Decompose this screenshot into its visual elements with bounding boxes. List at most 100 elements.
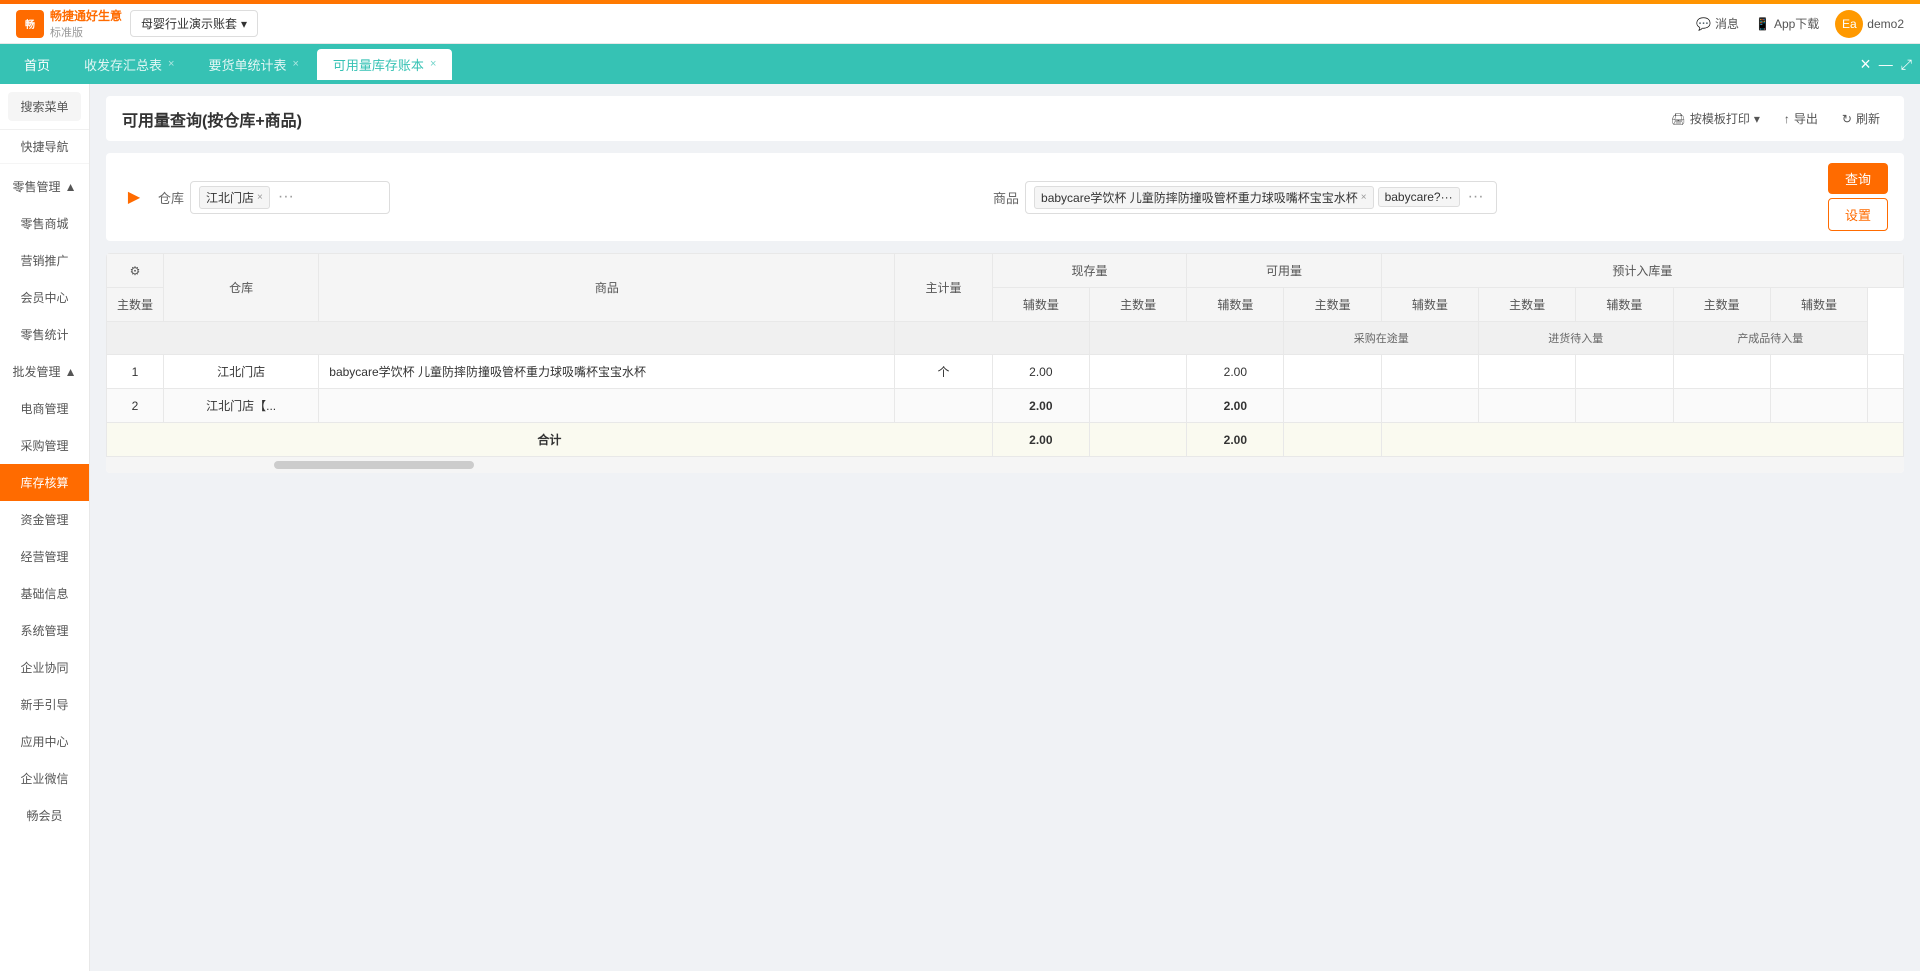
sidebar-item-app-center[interactable]: 应用中心 (0, 723, 89, 760)
main-layout: 搜索菜单 快捷导航 零售管理 ▲ 零售商城 营销推广 会员中心 零售统计 批发管… (0, 84, 1920, 971)
row1-pt-main (1381, 355, 1478, 389)
account-selector[interactable]: 母婴行业演示账套 ▾ (130, 10, 258, 37)
th-purchase-transit-label (107, 322, 895, 355)
filter-toggle-btn[interactable]: ▶ (122, 185, 146, 209)
page-header: 可用量查询(按仓库+商品) 🖨 按模板打印 ▾ ↑ 导出 ↻ 刷新 (106, 96, 1904, 141)
chevron-icon-wholesale: ▲ (65, 365, 77, 379)
sidebar-item-ecommerce[interactable]: 电商管理 (0, 390, 89, 427)
tab-close-receive[interactable]: × (168, 58, 174, 70)
product-input[interactable]: babycare学饮杯 儿童防摔防撞吸管杯重力球吸嘴杯宝宝水杯 × babyca… (1025, 181, 1497, 214)
th-warehouse: 仓库 (164, 254, 319, 322)
minimize-btn[interactable]: — (1879, 56, 1893, 72)
top-bar-right: 💬 消息 📱 App下载 Ea demo2 (1696, 10, 1904, 38)
sidebar-item-retail-stats[interactable]: 零售统计 (0, 316, 89, 353)
sidebar-item-purchase[interactable]: 采购管理 (0, 427, 89, 464)
sidebar-item-newbie[interactable]: 新手引导 (0, 686, 89, 723)
tab-close-inventory[interactable]: × (430, 58, 436, 70)
print-btn[interactable]: 🖨 按模板打印 ▾ (1663, 106, 1768, 131)
product-filter-group: 商品 babycare学饮杯 儿童防摔防撞吸管杯重力球吸嘴杯宝宝水杯 × bab… (993, 181, 1816, 214)
brand-sub: 标准版 (50, 24, 122, 40)
th-production-pending-aux: 辅数量 (1770, 288, 1867, 322)
query-btn[interactable]: 查询 (1828, 163, 1888, 194)
total-rest (1381, 423, 1903, 457)
th-production-pending-main: 主数量 (1673, 288, 1770, 322)
product-tag1-remove[interactable]: × (1361, 192, 1367, 203)
close-all-btn[interactable]: × (1860, 54, 1871, 75)
sidebar-item-member2[interactable]: 畅会员 (0, 797, 89, 834)
search-menu-btn[interactable]: 搜索菜单 (8, 92, 81, 121)
quick-nav-btn[interactable]: 快捷导航 (0, 130, 89, 164)
sidebar-item-retail-mall[interactable]: 零售商城 (0, 205, 89, 242)
row2-pt-main (1381, 389, 1478, 423)
th-inbound-pending-main: 主数量 (1479, 288, 1576, 322)
sidebar-item-wholesale-mgmt[interactable]: 批发管理 ▲ (0, 353, 89, 390)
export-btn[interactable]: ↑ 导出 (1776, 106, 1826, 131)
tab-home[interactable]: 首页 (8, 49, 66, 80)
refresh-icon: ↻ (1842, 112, 1852, 126)
message-btn[interactable]: 💬 消息 (1696, 15, 1739, 32)
row1-avail-aux (1284, 355, 1381, 389)
tab-close-order[interactable]: × (292, 58, 298, 70)
sidebar-item-member[interactable]: 会员中心 (0, 279, 89, 316)
scroll-bar-area (106, 457, 1904, 473)
row2-ip-main (1576, 389, 1673, 423)
row2-current-main: 2.00 (992, 389, 1089, 423)
app-download-btn[interactable]: 📱 App下载 (1755, 15, 1819, 32)
product-tag-1: babycare学饮杯 儿童防摔防撞吸管杯重力球吸嘴杯宝宝水杯 × (1034, 186, 1374, 209)
product-tag-2: babycare?··· (1378, 187, 1460, 207)
warehouse-input[interactable]: 江北门店 × ··· (190, 181, 390, 214)
sidebar-item-retail-mgmt[interactable]: 零售管理 ▲ (0, 168, 89, 205)
logo-icon: 畅 (16, 10, 44, 38)
filter-bar: ▶ 仓库 江北门店 × ··· 商品 babycare (106, 153, 1904, 241)
settings-btn[interactable]: 设置 (1828, 198, 1888, 231)
tab-available-inventory[interactable]: 可用量库存账本 × (317, 49, 452, 80)
sidebar-item-enterprise[interactable]: 企业协同 (0, 649, 89, 686)
sidebar-item-inventory[interactable]: 库存核算 (0, 464, 89, 501)
top-bar-left: 畅 畅捷通好生意 标准版 母婴行业演示账套 ▾ (16, 7, 258, 40)
warehouse-label: 仓库 (158, 188, 184, 207)
logo-area: 畅 畅捷通好生意 标准版 (16, 7, 122, 40)
total-avail-aux (1284, 423, 1381, 457)
row2-avail-aux (1284, 389, 1381, 423)
sidebar-item-basics[interactable]: 基础信息 (0, 575, 89, 612)
row2-index: 2 (107, 389, 164, 423)
row2-product (319, 389, 895, 423)
warehouse-tag-remove[interactable]: × (257, 192, 263, 203)
user-avatar-area[interactable]: Ea demo2 (1835, 10, 1904, 38)
warehouse-dots[interactable]: ··· (274, 188, 298, 206)
row2-pp-main (1770, 389, 1867, 423)
product-dots[interactable]: ··· (1464, 188, 1488, 206)
row1-product: babycare学饮杯 儿童防摔防撞吸管杯重力球吸嘴杯宝宝水杯 (319, 355, 895, 389)
th-settings[interactable]: ⚙ (107, 254, 164, 288)
row1-pp-aux (1868, 355, 1904, 389)
data-table: ⚙ 仓库 商品 主计量 现存量 可用量 预计入库量 主数量 辅数量 主数量 (106, 253, 1904, 457)
th-purchase-transit-aux: 辅数量 (1381, 288, 1478, 322)
sidebar-item-wechat[interactable]: 企业微信 (0, 760, 89, 797)
tab-receive-summary[interactable]: 收发存汇总表 × (68, 49, 190, 80)
warehouse-filter-group: 仓库 江北门店 × ··· (158, 181, 981, 214)
table-row: 2 江北门店【... 2.00 2.00 (107, 389, 1904, 423)
refresh-btn[interactable]: ↻ 刷新 (1834, 106, 1888, 131)
scroll-thumb[interactable] (274, 461, 474, 469)
maximize-btn[interactable]: ⤢ (1901, 56, 1912, 73)
th-planned-inbound-group: 预计入库量 (1381, 254, 1903, 288)
th-purchase-transit-sub: 采购在途量 (1284, 322, 1479, 355)
tab-order-stats[interactable]: 要货单统计表 × (192, 49, 314, 80)
th-inbound-pending-sub: 进货待入量 (1479, 322, 1674, 355)
sidebar-item-finance[interactable]: 资金管理 (0, 501, 89, 538)
top-bar: 畅 畅捷通好生意 标准版 母婴行业演示账套 ▾ 💬 消息 📱 App下载 Ea … (0, 4, 1920, 44)
avatar: Ea (1835, 10, 1863, 38)
total-label: 合计 (107, 423, 993, 457)
filter-actions: 查询 设置 (1828, 163, 1888, 231)
sidebar-item-system[interactable]: 系统管理 (0, 612, 89, 649)
th-inbound-pending-aux: 辅数量 (1576, 288, 1673, 322)
row1-pt-aux (1479, 355, 1576, 389)
chevron-icon: ▲ (65, 180, 77, 194)
sidebar-item-operations[interactable]: 经营管理 (0, 538, 89, 575)
row1-warehouse: 江北门店 (164, 355, 319, 389)
row2-warehouse: 江北门店【... (164, 389, 319, 423)
sidebar: 搜索菜单 快捷导航 零售管理 ▲ 零售商城 营销推广 会员中心 零售统计 批发管… (0, 84, 90, 971)
th-product: 商品 (319, 254, 895, 322)
sidebar-item-marketing[interactable]: 营销推广 (0, 242, 89, 279)
warehouse-tag: 江北门店 × (199, 186, 270, 209)
